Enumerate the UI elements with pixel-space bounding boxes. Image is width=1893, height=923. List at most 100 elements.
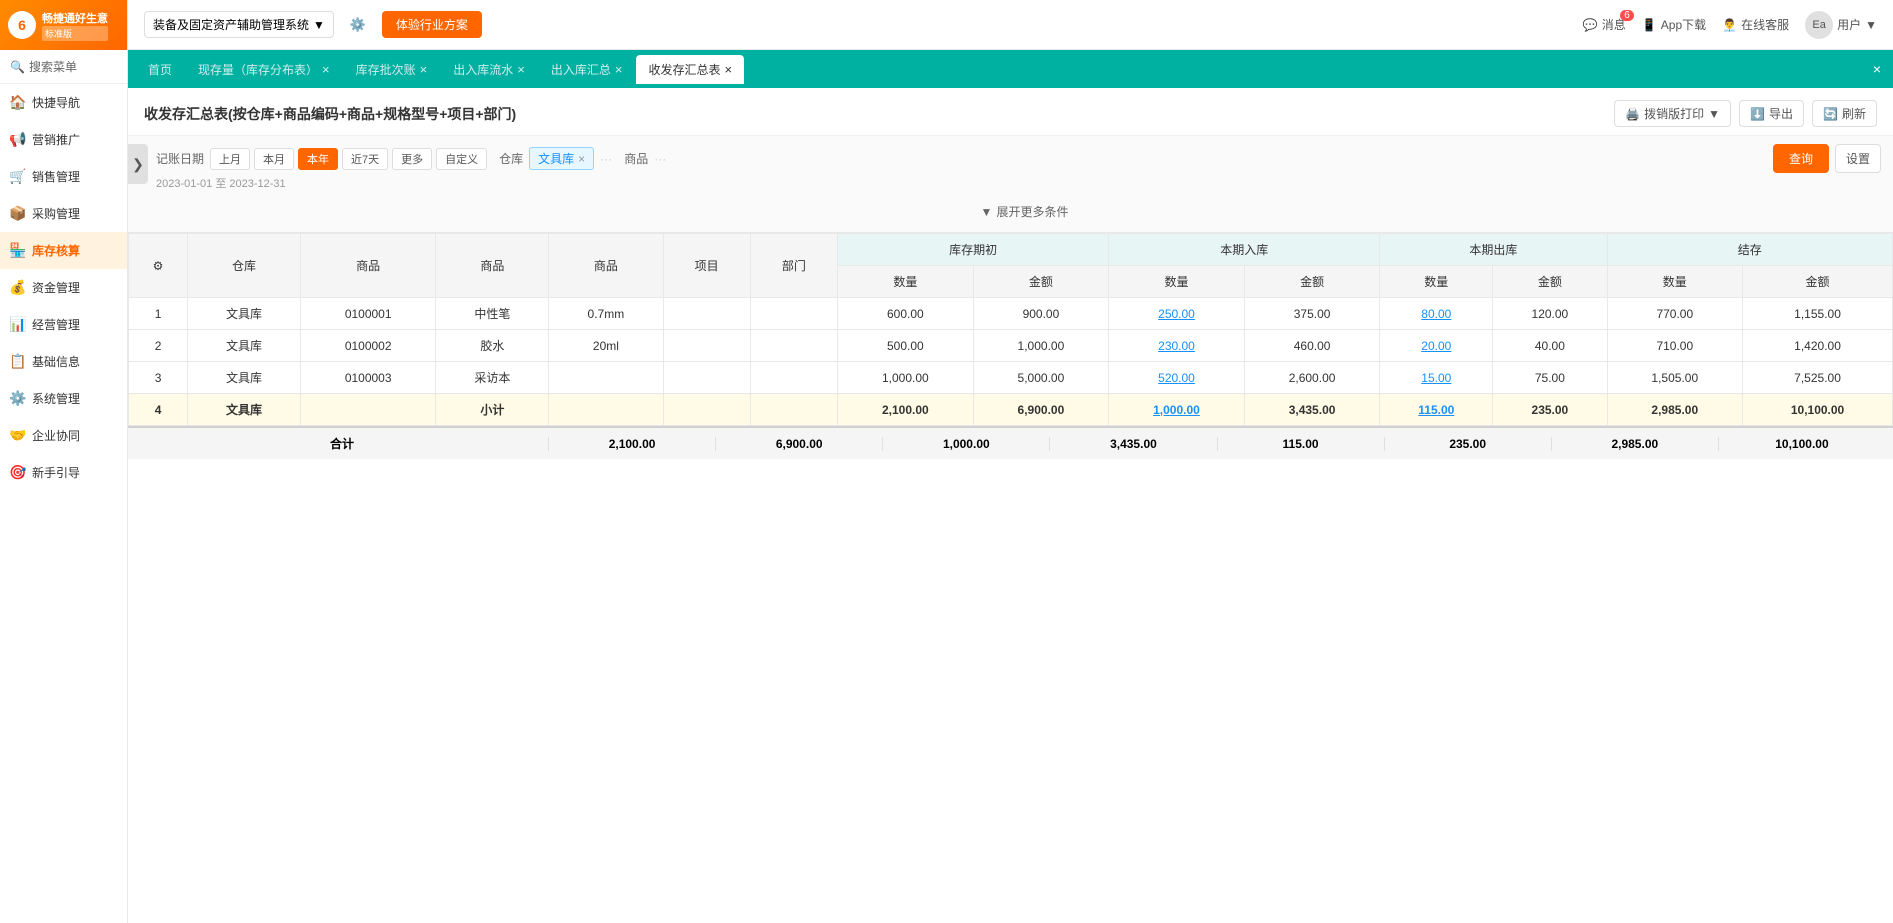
print-button[interactable]: 🖨️ 拨销版打印 ▼ xyxy=(1614,100,1731,127)
date-btn-custom[interactable]: 自定义 xyxy=(436,148,487,170)
app-download-button[interactable]: 📱 App下载 xyxy=(1642,16,1706,33)
page-header: 收发存汇总表(按仓库+商品编码+商品+规格型号+项目+部门) 🖨️ 拨销版打印 … xyxy=(128,88,1893,136)
row-no: 4 xyxy=(129,394,188,426)
tab-inventory-dist[interactable]: 现存量（库存分布表） × xyxy=(186,55,342,84)
row-out-qty[interactable]: 15.00 xyxy=(1380,362,1493,394)
row-in-qty[interactable]: 520.00 xyxy=(1109,362,1245,394)
search-icon: 🔍 xyxy=(10,60,25,74)
sidebar-item-sales[interactable]: 🛒 销售管理 xyxy=(0,158,127,195)
logo-text: 畅捷通好生意 标准版 xyxy=(42,10,108,41)
refresh-button[interactable]: 🔄 刷新 xyxy=(1812,100,1877,127)
date-btn-this-month[interactable]: 本月 xyxy=(254,148,294,170)
sidebar-item-system[interactable]: ⚙️ 系统管理 xyxy=(0,380,127,417)
row-warehouse: 文具库 xyxy=(188,394,301,426)
row-warehouse: 文具库 xyxy=(188,298,301,330)
th-opening-group: 库存期初 xyxy=(838,234,1109,266)
th-balance-qty: 数量 xyxy=(1607,266,1743,298)
sidebar: 6 畅捷通好生意 标准版 🔍 搜索菜单 🏠 快捷导航 📢 营销推广 🛒 销售管理… xyxy=(0,0,128,923)
home-icon: 🏠 xyxy=(10,95,26,111)
query-button[interactable]: 查询 xyxy=(1773,144,1829,173)
filter-action-buttons: 查询 设置 xyxy=(1773,144,1893,173)
filter-warehouse-group: 仓库 文具库 × ··· xyxy=(499,147,612,170)
th-goods-name: 商品 xyxy=(436,234,549,298)
export-icon: ⬇️ xyxy=(1750,107,1765,121)
search-menu-item[interactable]: 🔍 搜索菜单 xyxy=(0,50,127,84)
sidebar-item-operations[interactable]: 📊 经营管理 xyxy=(0,306,127,343)
sidebar-item-guide[interactable]: 🎯 新手引导 xyxy=(0,454,127,491)
th-department: 部门 xyxy=(750,234,837,298)
sidebar-item-quick-nav[interactable]: 🏠 快捷导航 xyxy=(0,84,127,121)
th-out-qty: 数量 xyxy=(1380,266,1493,298)
total-footer: 合计 2,100.00 6,900.00 1,000.00 3,435.00 1… xyxy=(128,426,1893,459)
collab-icon: 🤝 xyxy=(10,428,26,444)
print-icon: 🖨️ xyxy=(1625,107,1640,121)
row-in-qty[interactable]: 1,000.00 xyxy=(1109,394,1245,426)
row-department xyxy=(750,330,837,362)
tab-in-out-flow[interactable]: 出入库流水 × xyxy=(441,55,537,84)
row-out-qty[interactable]: 115.00 xyxy=(1380,394,1493,426)
warehouse-tag-close[interactable]: × xyxy=(578,152,585,166)
row-out-qty[interactable]: 20.00 xyxy=(1380,330,1493,362)
th-settings[interactable]: ⚙ xyxy=(129,234,188,298)
date-btn-7days[interactable]: 近7天 xyxy=(342,148,388,170)
row-balance-qty: 710.00 xyxy=(1607,330,1743,362)
settings-icon[interactable]: ⚙️ xyxy=(344,11,372,39)
trial-button[interactable]: 体验行业方案 xyxy=(382,11,482,38)
row-goods-spec: 20ml xyxy=(549,330,663,362)
user-menu[interactable]: Ea 用户 ▼ xyxy=(1805,11,1877,39)
footer-label: 合计 xyxy=(128,435,548,452)
row-department xyxy=(750,394,837,426)
sales-icon: 🛒 xyxy=(10,169,26,185)
row-balance-qty: 2,985.00 xyxy=(1607,394,1743,426)
row-out-amt: 235.00 xyxy=(1493,394,1607,426)
sidebar-item-purchase[interactable]: 📦 采购管理 xyxy=(0,195,127,232)
filter-settings-button[interactable]: 设置 xyxy=(1835,144,1881,173)
system-selector[interactable]: 装备及固定资产辅助管理系统 ▼ xyxy=(144,11,334,38)
date-btn-last-month[interactable]: 上月 xyxy=(210,148,250,170)
row-goods-spec xyxy=(549,394,663,426)
tab-in-out-flow-close[interactable]: × xyxy=(517,62,525,77)
row-in-amt: 375.00 xyxy=(1244,298,1380,330)
row-in-qty[interactable]: 230.00 xyxy=(1109,330,1245,362)
sidebar-item-marketing[interactable]: 📢 营销推广 xyxy=(0,121,127,158)
close-all-tabs[interactable]: × xyxy=(1869,57,1885,81)
row-opening-qty: 1,000.00 xyxy=(838,362,974,394)
tab-receive-send[interactable]: 收发存汇总表 × xyxy=(636,55,744,84)
row-in-qty[interactable]: 250.00 xyxy=(1109,298,1245,330)
row-out-qty[interactable]: 80.00 xyxy=(1380,298,1493,330)
expand-more-button[interactable]: ▼ 展开更多条件 xyxy=(981,199,1069,224)
tab-receive-send-close[interactable]: × xyxy=(724,62,732,77)
sidebar-item-basic[interactable]: 📋 基础信息 xyxy=(0,343,127,380)
row-no: 3 xyxy=(129,362,188,394)
tab-batch-ledger-close[interactable]: × xyxy=(420,62,428,77)
filter-date-group: 记账日期 上月 本月 本年 近7天 更多 自定义 xyxy=(156,148,487,170)
sidebar-item-inventory[interactable]: 🏪 库存核算 xyxy=(0,232,127,269)
sidebar-item-finance[interactable]: 💰 资金管理 xyxy=(0,269,127,306)
th-warehouse: 仓库 xyxy=(188,234,301,298)
footer-in-qty: 1,000.00 xyxy=(882,437,1049,451)
th-opening-qty: 数量 xyxy=(838,266,974,298)
row-balance-amt: 1,420.00 xyxy=(1743,330,1893,362)
tab-home[interactable]: 首页 xyxy=(136,55,184,84)
tab-batch-ledger[interactable]: 库存批次账 × xyxy=(344,55,440,84)
row-opening-qty: 600.00 xyxy=(838,298,974,330)
purchase-icon: 📦 xyxy=(10,206,26,222)
date-btn-this-year[interactable]: 本年 xyxy=(298,148,338,170)
footer-opening-amt: 6,900.00 xyxy=(715,437,882,451)
sidebar-item-collab[interactable]: 🤝 企业协同 xyxy=(0,417,127,454)
goods-more-dots[interactable]: ··· xyxy=(654,152,666,166)
logo-icon: 6 xyxy=(8,11,36,39)
filter-collapse-button[interactable]: ❯ xyxy=(128,144,148,184)
message-button[interactable]: 💬 消息 6 xyxy=(1583,16,1626,33)
table-container: ⚙ 仓库 商品 商品 商品 项目 部门 库存期初 本期入库 本期出库 结存 数量 xyxy=(128,233,1893,426)
basic-icon: 📋 xyxy=(10,354,26,370)
tab-in-out-summary[interactable]: 出入库汇总 × xyxy=(539,55,635,84)
date-btn-more[interactable]: 更多 xyxy=(392,148,432,170)
footer-out-qty: 115.00 xyxy=(1217,437,1384,451)
tab-inventory-dist-close[interactable]: × xyxy=(322,62,330,77)
warehouse-more-dots[interactable]: ··· xyxy=(600,152,612,166)
online-service-button[interactable]: 👨‍💼 在线客服 xyxy=(1722,16,1789,33)
date-label: 记账日期 xyxy=(156,150,204,167)
tab-in-out-summary-close[interactable]: × xyxy=(615,62,623,77)
export-button[interactable]: ⬇️ 导出 xyxy=(1739,100,1804,127)
